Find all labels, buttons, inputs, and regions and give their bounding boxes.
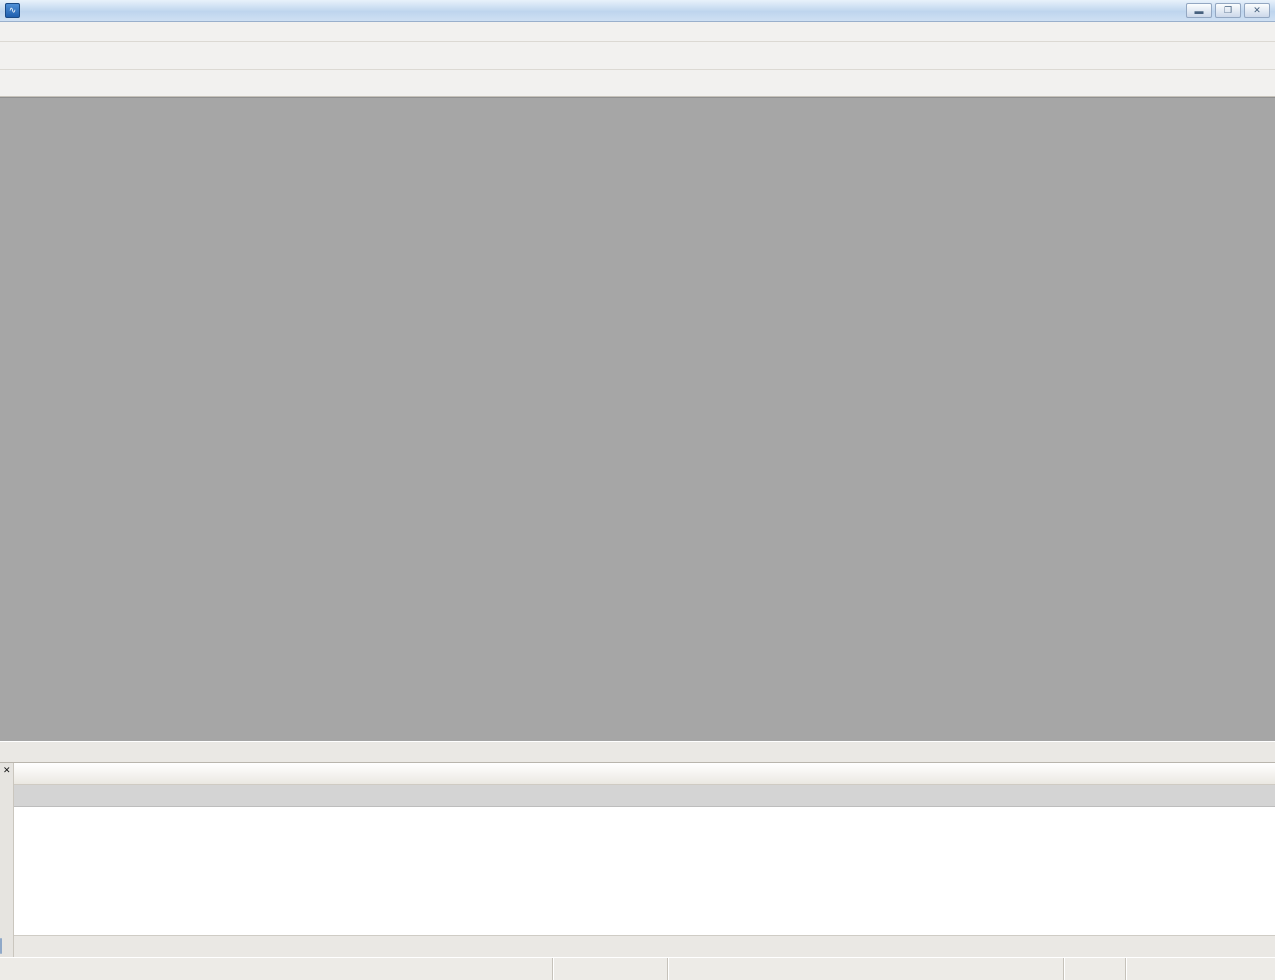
status-help-text	[0, 958, 552, 980]
status-bar	[0, 957, 1275, 980]
terminal-vertical-label	[0, 938, 2, 954]
status-profile[interactable]	[552, 958, 667, 980]
orders-table-body	[14, 807, 1275, 935]
status-empty-2	[1063, 958, 1125, 980]
terminal-tabs	[14, 935, 1275, 957]
terminal-close-icon[interactable]: ✕	[3, 766, 11, 775]
orders-table-header	[14, 763, 1275, 785]
status-traffic	[1125, 958, 1275, 980]
mt4-desktop: { "window": {"title": "5225094: RoboFore…	[0, 0, 1275, 980]
close-button[interactable]: ✕	[1244, 3, 1270, 18]
terminal-main	[14, 763, 1275, 957]
terminal-panel: ✕	[0, 763, 1275, 957]
window-controls: ▬ ❐ ✕	[1186, 3, 1270, 18]
toolbar-standard	[0, 42, 1275, 70]
workspace	[0, 97, 1275, 741]
restore-button[interactable]: ❐	[1215, 3, 1241, 18]
window-titlebar[interactable]: ∿ ▬ ❐ ✕	[0, 0, 1275, 22]
app-icon: ∿	[5, 3, 20, 18]
minimize-button[interactable]: ▬	[1186, 3, 1212, 18]
menu-bar	[0, 22, 1275, 42]
toolbar-drawing-timeframes	[0, 70, 1275, 97]
terminal-side-strip: ✕	[0, 763, 14, 957]
status-empty-1	[667, 958, 1063, 980]
chart-tab-bar	[0, 741, 1275, 763]
balance-row	[14, 785, 1275, 807]
